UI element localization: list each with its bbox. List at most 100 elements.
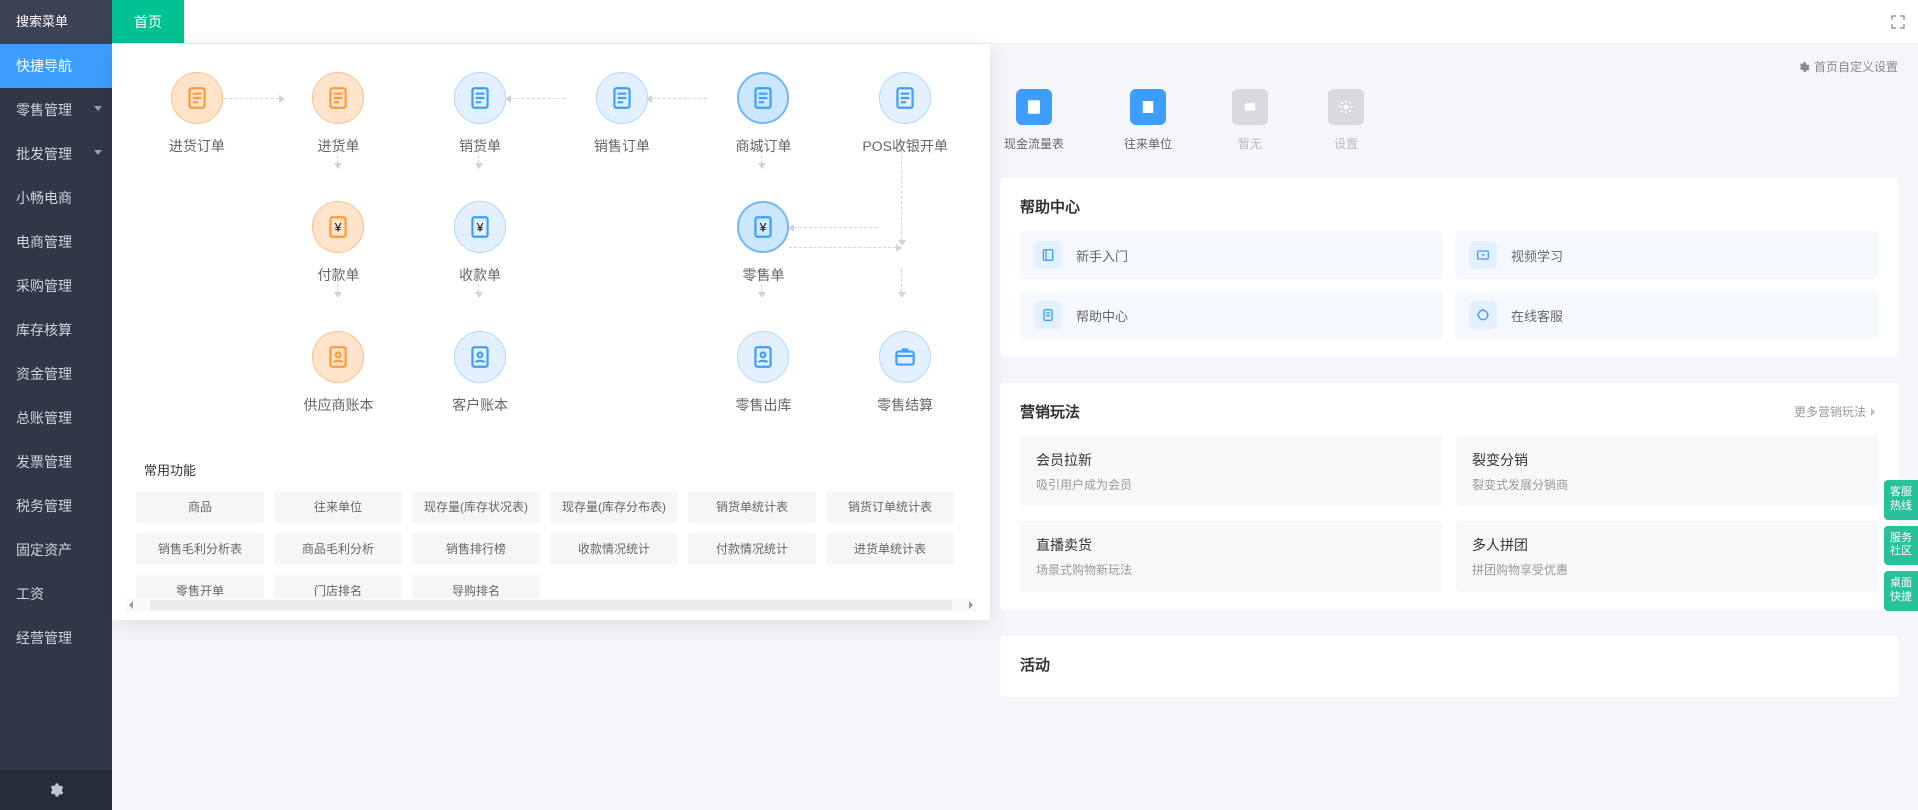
flow-label: 销售订单 [594, 136, 650, 156]
sidebar-item-6[interactable]: 库存核算 [0, 308, 112, 352]
help-label: 新手入门 [1076, 246, 1128, 265]
common-fn-7[interactable]: 商品毛利分析 [274, 533, 402, 565]
float-item-2[interactable]: 桌面快捷 [1884, 571, 1918, 611]
sidebar-item-13[interactable]: 经营管理 [0, 616, 112, 660]
common-fn-0[interactable]: 商品 [136, 491, 264, 523]
help-item-0[interactable]: 新手入门 [1020, 231, 1443, 279]
sidebar-item-7[interactable]: 资金管理 [0, 352, 112, 396]
marketing-more[interactable]: 更多营销玩法 [1794, 403, 1878, 420]
flow-node-销售订单[interactable]: 销售订单 [551, 72, 693, 201]
sidebar-item-10[interactable]: 税务管理 [0, 484, 112, 528]
sidebar-item-8[interactable]: 总账管理 [0, 396, 112, 440]
help-panel: 帮助中心 新手入门视频学习帮助中心在线客服 [1000, 178, 1898, 357]
chevron-right-icon [1868, 407, 1878, 417]
settle-icon [892, 344, 918, 370]
common-fn-1[interactable]: 往来单位 [274, 491, 402, 523]
flow-node-销货单[interactable]: 销货单 [409, 72, 551, 201]
common-fn-2[interactable]: 现存量(库存状况表) [412, 491, 540, 523]
help-item-2[interactable]: 帮助中心 [1020, 291, 1443, 339]
fullscreen-button[interactable] [1878, 0, 1918, 43]
flow-node-供应商账本[interactable]: 供应商账本 [268, 331, 410, 460]
activity-title: 活动 [1020, 654, 1878, 675]
common-fn-11[interactable]: 进货单统计表 [826, 533, 954, 565]
marketing-item-1[interactable]: 裂变分销裂变式发展分销商 [1456, 436, 1878, 507]
quick-nav-flyout: 进货订单 进货单 销货单 销售订单 商城订单 POS收银开单付款单 收款单 零售单供应商账本 客… [112, 44, 990, 620]
ledger-icon [325, 344, 351, 370]
flow-label: 零售结算 [877, 395, 933, 415]
common-fn-5[interactable]: 销货订单统计表 [826, 491, 954, 523]
chevron-down-icon [94, 106, 102, 111]
flow-node-零售结算[interactable]: 零售结算 [834, 331, 976, 460]
shortcut-label: 设置 [1334, 135, 1358, 152]
marketing-item-2[interactable]: 直播卖货场景式购物新玩法 [1020, 521, 1442, 592]
common-fn-3[interactable]: 现存量(库存分布表) [550, 491, 678, 523]
fullscreen-icon [1891, 15, 1905, 29]
float-item-1[interactable]: 服务社区 [1884, 526, 1918, 566]
sidebar-settings[interactable] [0, 770, 112, 810]
shortcut-label: 暂无 [1238, 135, 1262, 152]
scrollbar-track[interactable] [150, 600, 952, 610]
sidebar-item-4[interactable]: 电商管理 [0, 220, 112, 264]
marketing-item-title: 裂变分销 [1472, 450, 1862, 470]
common-fn-10[interactable]: 付款情况统计 [688, 533, 816, 565]
shortcut-1[interactable]: 往来单位 [1124, 89, 1172, 152]
help-title: 帮助中心 [1020, 196, 1878, 217]
sidebar-item-3[interactable]: 小畅电商 [0, 176, 112, 220]
doc-in-icon [184, 85, 210, 111]
dashboard-right: 首页自定义设置 现金流量表往来单位暂无设置 帮助中心 新手入门视频学习帮助中心在… [1000, 50, 1898, 697]
money-icon [750, 214, 776, 240]
common-fn-4[interactable]: 销货单统计表 [688, 491, 816, 523]
support-icon [1475, 307, 1491, 323]
marketing-item-desc: 场景式购物新玩法 [1036, 561, 1426, 578]
marketing-item-3[interactable]: 多人拼团拼团购物享受优惠 [1456, 521, 1878, 592]
flow-node-付款单[interactable]: 付款单 [268, 201, 410, 330]
report-icon [1025, 98, 1043, 116]
sidebar-item-9[interactable]: 发票管理 [0, 440, 112, 484]
money-icon [325, 214, 351, 240]
doc-icon [1040, 307, 1056, 323]
flow-node-POS收银开单[interactable]: POS收银开单 [834, 72, 976, 201]
gear-icon [48, 782, 64, 798]
flow-label: 付款单 [317, 265, 359, 285]
common-fn-9[interactable]: 收款情况统计 [550, 533, 678, 565]
flow-node-进货订单[interactable]: 进货订单 [126, 72, 268, 201]
activity-panel: 活动 [1000, 636, 1898, 697]
scroll-left-icon [126, 600, 136, 610]
help-item-1[interactable]: 视频学习 [1455, 231, 1878, 279]
flow-node-进货单[interactable]: 进货单 [268, 72, 410, 201]
shortcut-2[interactable]: 暂无 [1232, 89, 1268, 152]
sidebar-item-5[interactable]: 采购管理 [0, 264, 112, 308]
marketing-title: 营销玩法 [1020, 401, 1080, 422]
marketing-item-title: 会员拉新 [1036, 450, 1426, 470]
sidebar-search[interactable]: 搜索菜单 [0, 0, 112, 44]
flow-label: 进货单 [317, 136, 359, 156]
help-item-3[interactable]: 在线客服 [1455, 291, 1878, 339]
flow-label: 供应商账本 [303, 395, 373, 415]
flow-node-零售单[interactable]: 零售单 [693, 201, 835, 330]
flow-label: 客户账本 [452, 395, 508, 415]
flow-label: 销货单 [459, 136, 501, 156]
flow-node-商城订单[interactable]: 商城订单 [693, 72, 835, 201]
building-icon [1139, 98, 1157, 116]
marketing-panel: 营销玩法 更多营销玩法 会员拉新吸引用户成为会员裂变分销裂变式发展分销商直播卖货… [1000, 383, 1898, 610]
shortcut-3[interactable]: 设置 [1328, 89, 1364, 152]
flow-node-收款单[interactable]: 收款单 [409, 201, 551, 330]
doc-icon [609, 85, 635, 111]
sidebar-item-0[interactable]: 快捷导航 [0, 44, 112, 88]
common-fn-8[interactable]: 销售排行榜 [412, 533, 540, 565]
flyout-scrollbar[interactable] [126, 598, 976, 612]
flow-node-零售出库[interactable]: 零售出库 [693, 331, 835, 460]
sidebar-item-11[interactable]: 固定资产 [0, 528, 112, 572]
flow-label: POS收银开单 [862, 136, 948, 156]
common-fn-6[interactable]: 销售毛利分析表 [136, 533, 264, 565]
sidebar-item-2[interactable]: 批发管理 [0, 132, 112, 176]
tab-home[interactable]: 首页 [112, 0, 184, 43]
marketing-item-0[interactable]: 会员拉新吸引用户成为会员 [1020, 436, 1442, 507]
home-customize-link[interactable]: 首页自定义设置 [1000, 58, 1898, 75]
flow-label: 零售出库 [735, 395, 791, 415]
sidebar-item-12[interactable]: 工资 [0, 572, 112, 616]
float-item-0[interactable]: 客服热线 [1884, 480, 1918, 520]
flow-node-客户账本[interactable]: 客户账本 [409, 331, 551, 460]
shortcut-0[interactable]: 现金流量表 [1004, 89, 1064, 152]
sidebar-item-1[interactable]: 零售管理 [0, 88, 112, 132]
